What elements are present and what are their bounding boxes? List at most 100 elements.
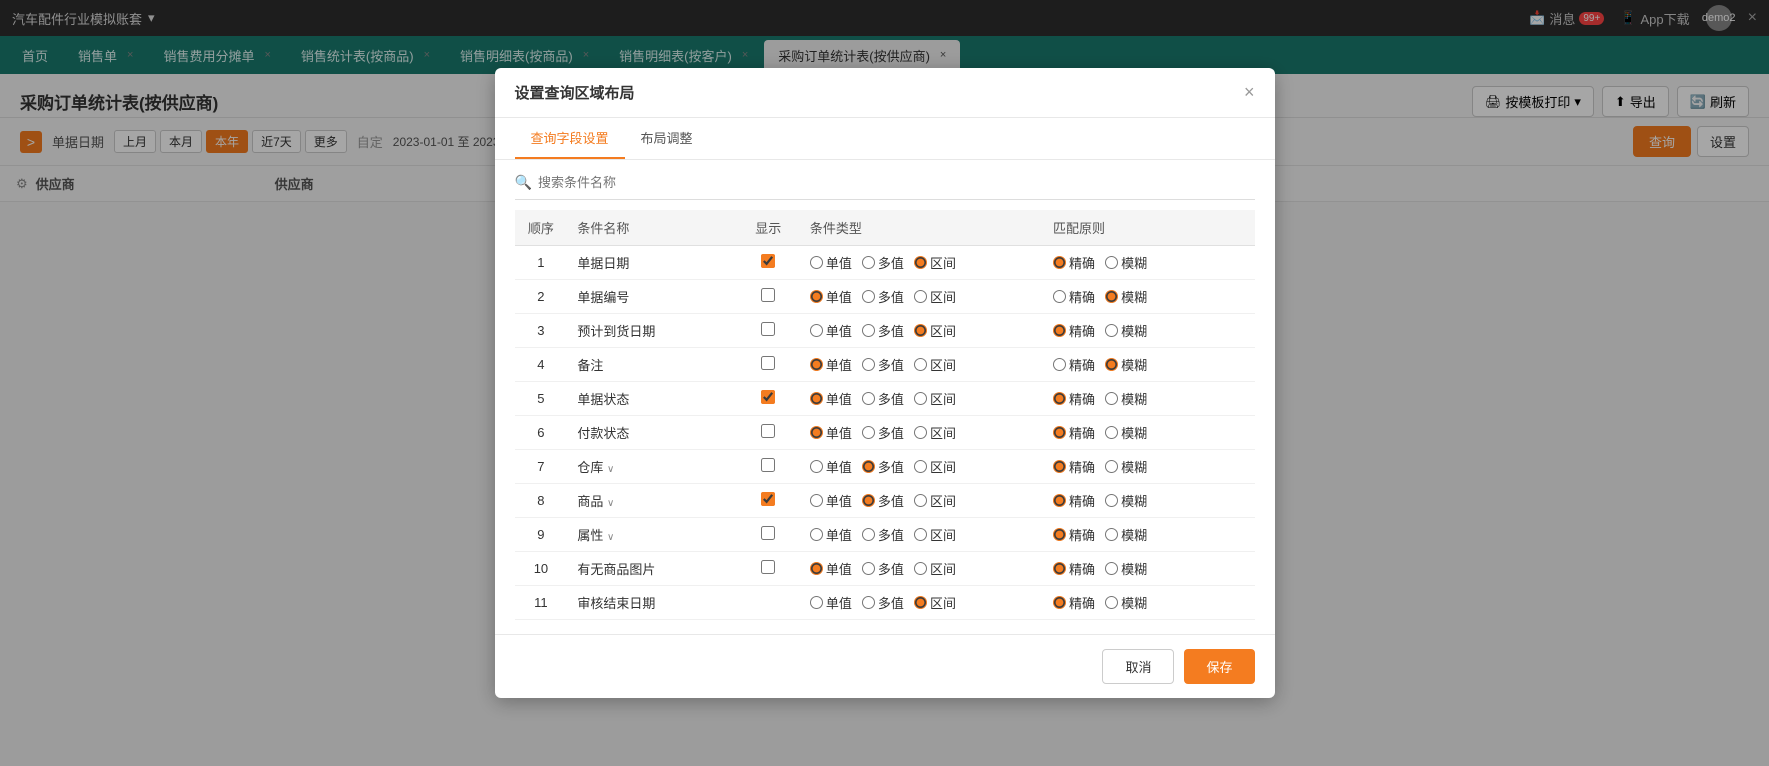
table-row: 1单据日期 单值多值区间 精确模糊	[515, 246, 1255, 280]
type-option-2-row-0[interactable]: 区间	[914, 253, 956, 272]
type-option-0-row-8[interactable]: 单值	[810, 525, 852, 544]
type-option-0-row-3[interactable]: 单值	[810, 355, 852, 374]
row-order-9: 10	[515, 552, 568, 586]
match-option-1-row-0[interactable]: 模糊	[1105, 253, 1147, 272]
match-option-1-row-8[interactable]: 模糊	[1105, 525, 1147, 544]
type-option-2-row-8[interactable]: 区间	[914, 525, 956, 544]
type-option-0-row-5[interactable]: 单值	[810, 423, 852, 442]
row-name-3: 备注	[567, 348, 736, 382]
type-option-2-row-5[interactable]: 区间	[914, 423, 956, 442]
type-option-0-row-1[interactable]: 单值	[810, 287, 852, 306]
display-checkbox-9[interactable]	[761, 560, 775, 574]
type-option-1-row-2[interactable]: 多值	[862, 321, 904, 340]
match-option-0-row-8[interactable]: 精确	[1053, 525, 1095, 544]
type-option-2-row-9[interactable]: 区间	[914, 559, 956, 578]
type-option-1-row-8[interactable]: 多值	[862, 525, 904, 544]
display-checkbox-3[interactable]	[761, 356, 775, 370]
table-row: 3预计到货日期单值多值区间精确模糊	[515, 314, 1255, 348]
type-option-0-row-6[interactable]: 单值	[810, 457, 852, 476]
row-type-1: 单值多值区间	[800, 280, 1043, 314]
type-option-0-row-10[interactable]: 单值	[810, 593, 852, 612]
settings-dialog: 设置查询区域布局 × 查询字段设置 布局调整 🔍	[495, 68, 1275, 698]
type-option-1-row-7[interactable]: 多值	[862, 491, 904, 510]
type-option-0-row-0[interactable]: 单值	[810, 253, 852, 272]
type-option-1-row-0[interactable]: 多值	[862, 253, 904, 272]
display-checkbox-6[interactable]	[761, 458, 775, 472]
match-option-0-row-9[interactable]: 精确	[1053, 559, 1095, 578]
row-match-7: 精确模糊	[1043, 484, 1254, 518]
table-row: 2单据编号单值多值区间精确模糊	[515, 280, 1255, 314]
type-option-1-row-9[interactable]: 多值	[862, 559, 904, 578]
type-option-2-row-7[interactable]: 区间	[914, 491, 956, 510]
match-option-1-row-7[interactable]: 模糊	[1105, 491, 1147, 510]
display-checkbox-7[interactable]	[761, 492, 775, 506]
type-option-0-row-7[interactable]: 单值	[810, 491, 852, 510]
match-option-0-row-5[interactable]: 精确	[1053, 423, 1095, 442]
match-option-1-row-10[interactable]: 模糊	[1105, 593, 1147, 612]
table-row: 6付款状态单值多值区间精确模糊	[515, 416, 1255, 450]
search-input[interactable]	[538, 175, 758, 190]
type-option-2-row-1[interactable]: 区间	[914, 287, 956, 306]
row-match-10: 精确模糊	[1043, 586, 1254, 620]
row-match-1: 精确模糊	[1043, 280, 1254, 314]
table-row: 5单据状态单值多值区间精确模糊	[515, 382, 1255, 416]
type-option-0-row-4[interactable]: 单值	[810, 389, 852, 408]
match-option-0-row-6[interactable]: 精确	[1053, 457, 1095, 476]
row-display-4	[736, 382, 799, 416]
display-checkbox-5[interactable]	[761, 424, 775, 438]
match-option-0-row-0[interactable]: 精确	[1053, 253, 1095, 272]
display-checkbox-4[interactable]	[761, 390, 775, 404]
type-option-0-row-2[interactable]: 单值	[810, 321, 852, 340]
type-option-1-row-1[interactable]: 多值	[862, 287, 904, 306]
match-option-1-row-6[interactable]: 模糊	[1105, 457, 1147, 476]
row-match-0: 精确模糊	[1043, 246, 1254, 280]
type-option-1-row-6[interactable]: 多值	[862, 457, 904, 476]
dialog-title: 设置查询区域布局	[515, 82, 635, 103]
row-order-0: 1	[515, 246, 568, 280]
row-match-9: 精确模糊	[1043, 552, 1254, 586]
type-option-2-row-6[interactable]: 区间	[914, 457, 956, 476]
row-order-1: 2	[515, 280, 568, 314]
type-option-2-row-4[interactable]: 区间	[914, 389, 956, 408]
tab-query-fields[interactable]: 查询字段设置	[515, 118, 625, 159]
display-checkbox-0[interactable]	[761, 254, 775, 268]
save-button[interactable]: 保存	[1184, 649, 1254, 684]
dialog-tab-bar: 查询字段设置 布局调整	[495, 118, 1275, 160]
match-option-0-row-4[interactable]: 精确	[1053, 389, 1095, 408]
cancel-button[interactable]: 取消	[1102, 649, 1174, 684]
match-option-0-row-3[interactable]: 精确	[1053, 355, 1095, 374]
match-option-1-row-2[interactable]: 模糊	[1105, 321, 1147, 340]
match-option-1-row-9[interactable]: 模糊	[1105, 559, 1147, 578]
type-option-1-row-10[interactable]: 多值	[862, 593, 904, 612]
dialog-header: 设置查询区域布局 ×	[495, 68, 1275, 118]
match-option-0-row-10[interactable]: 精确	[1053, 593, 1095, 612]
row-display-2	[736, 314, 799, 348]
tab-layout-adjust[interactable]: 布局调整	[625, 118, 709, 159]
match-option-1-row-3[interactable]: 模糊	[1105, 355, 1147, 374]
match-option-1-row-1[interactable]: 模糊	[1105, 287, 1147, 306]
match-option-1-row-4[interactable]: 模糊	[1105, 389, 1147, 408]
match-option-1-row-5[interactable]: 模糊	[1105, 423, 1147, 442]
row-display-9	[736, 552, 799, 586]
match-option-0-row-7[interactable]: 精确	[1053, 491, 1095, 510]
row-name-8: 属性 ∨	[567, 518, 736, 552]
row-match-2: 精确模糊	[1043, 314, 1254, 348]
table-row: 10有无商品图片单值多值区间精确模糊	[515, 552, 1255, 586]
type-option-1-row-3[interactable]: 多值	[862, 355, 904, 374]
row-name-0: 单据日期	[567, 246, 736, 280]
type-option-1-row-4[interactable]: 多值	[862, 389, 904, 408]
display-checkbox-8[interactable]	[761, 526, 775, 540]
type-option-2-row-2[interactable]: 区间	[914, 321, 956, 340]
type-option-1-row-5[interactable]: 多值	[862, 423, 904, 442]
type-option-0-row-9[interactable]: 单值	[810, 559, 852, 578]
type-option-2-row-3[interactable]: 区间	[914, 355, 956, 374]
row-display-5	[736, 416, 799, 450]
display-checkbox-2[interactable]	[761, 322, 775, 336]
match-option-0-row-2[interactable]: 精确	[1053, 321, 1095, 340]
row-order-10: 11	[515, 586, 568, 620]
match-option-0-row-1[interactable]: 精确	[1053, 287, 1095, 306]
row-type-5: 单值多值区间	[800, 416, 1043, 450]
type-option-2-row-10[interactable]: 区间	[914, 593, 956, 612]
display-checkbox-1[interactable]	[761, 288, 775, 302]
dialog-close-button[interactable]: ×	[1244, 82, 1255, 103]
